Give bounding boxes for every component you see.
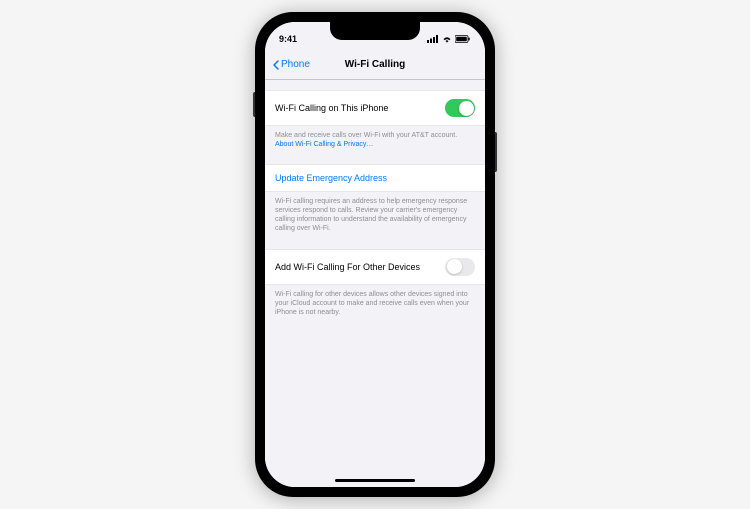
row-label: Add Wi-Fi Calling For Other Devices	[275, 262, 420, 272]
content-area[interactable]: Wi-Fi Calling on This iPhone Make and re…	[265, 80, 485, 487]
phone-frame: 9:41 Phone Wi-Fi Calling	[255, 12, 495, 497]
row-update-emergency-address[interactable]: Update Emergency Address	[265, 164, 485, 192]
section-footer: Wi-Fi calling for other devices allows o…	[265, 285, 485, 322]
battery-icon	[455, 35, 471, 43]
section-other-devices: Add Wi-Fi Calling For Other Devices Wi-F…	[265, 249, 485, 322]
chevron-left-icon	[273, 60, 279, 70]
about-wifi-calling-privacy-link[interactable]: About Wi-Fi Calling & Privacy…	[275, 141, 373, 148]
section-emergency-address: Update Emergency Address Wi-Fi calling r…	[265, 164, 485, 238]
section-footer: Wi-Fi calling requires an address to hel…	[265, 192, 485, 238]
home-indicator[interactable]	[335, 479, 415, 482]
wifi-icon	[442, 35, 452, 43]
toggle-wifi-calling-this-iphone[interactable]	[445, 99, 475, 117]
cellular-signal-icon	[427, 35, 439, 43]
row-add-wifi-calling-other-devices[interactable]: Add Wi-Fi Calling For Other Devices	[265, 249, 485, 285]
section-wifi-calling-this-iphone: Wi-Fi Calling on This iPhone Make and re…	[265, 90, 485, 154]
toggle-wifi-calling-other-devices[interactable]	[445, 258, 475, 276]
footer-text: Wi-Fi calling for other devices allows o…	[275, 291, 469, 316]
footer-text: Wi-Fi calling requires an address to hel…	[275, 198, 467, 232]
toggle-knob	[459, 101, 474, 116]
section-footer: Make and receive calls over Wi-Fi with y…	[265, 126, 485, 154]
nav-title: Wi-Fi Calling	[345, 59, 405, 70]
back-label: Phone	[281, 59, 310, 70]
notch	[330, 22, 420, 40]
screen: 9:41 Phone Wi-Fi Calling	[265, 22, 485, 487]
status-right	[427, 35, 471, 43]
toggle-knob	[447, 259, 462, 274]
back-button[interactable]: Phone	[273, 59, 310, 70]
row-wifi-calling-this-iphone[interactable]: Wi-Fi Calling on This iPhone	[265, 90, 485, 126]
nav-bar: Phone Wi-Fi Calling	[265, 50, 485, 80]
update-emergency-address-link: Update Emergency Address	[275, 173, 387, 183]
status-time: 9:41	[279, 34, 297, 44]
row-label: Wi-Fi Calling on This iPhone	[275, 103, 388, 113]
footer-text: Make and receive calls over Wi-Fi with y…	[275, 132, 457, 139]
